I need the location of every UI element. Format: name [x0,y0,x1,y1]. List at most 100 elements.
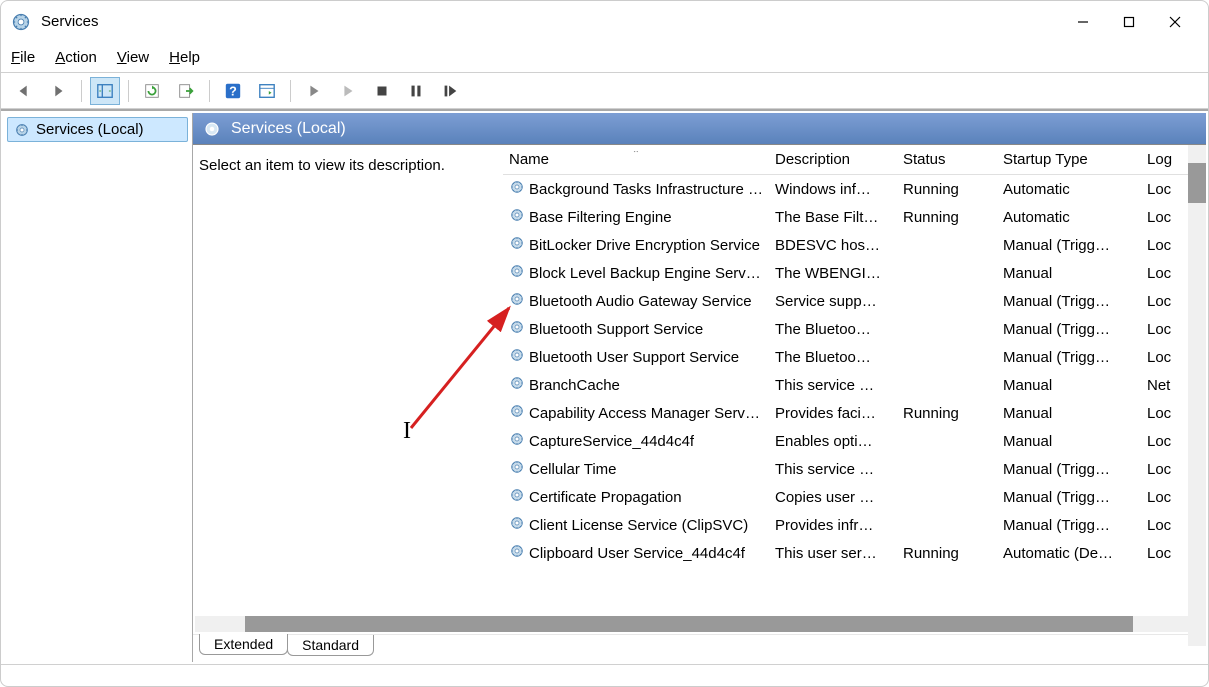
service-startup: Manual [997,377,1141,394]
service-description: The Bluetoo… [769,349,897,366]
menubar: File Action View Help [1,43,1208,73]
service-logon: Loc [1141,181,1191,198]
service-row[interactable]: Bluetooth Audio Gateway Service Service s… [503,287,1206,315]
gear-icon [509,375,529,395]
gear-icon [509,207,529,227]
gear-icon [509,319,529,339]
service-description: This service … [769,461,897,478]
service-logon: Loc [1141,349,1191,366]
service-name: Certificate Propagation [529,489,682,506]
service-status: Running [897,181,997,198]
service-logon: Loc [1141,265,1191,282]
service-row[interactable]: Block Level Backup Engine ServiceThe WBE… [503,259,1206,287]
service-logon: Loc [1141,321,1191,338]
service-row[interactable]: Cellular TimeThis service …Manual (Trigg… [503,455,1206,483]
service-startup: Automatic [997,209,1141,226]
service-row[interactable]: BranchCache This service … ManualNet [503,371,1206,399]
window-title: Services [41,13,1060,30]
service-description: Provides faci… [769,405,897,422]
restart-service-button[interactable] [435,77,465,105]
service-row[interactable]: CaptureService_44d4c4fEnables opti…Manua… [503,427,1206,455]
panel-header: Services (Local) [193,113,1206,145]
service-name: Client License Service (ClipSVC) [529,517,748,534]
service-name: Bluetooth User Support Service [529,349,739,366]
back-button[interactable] [9,77,39,105]
resume-service-button[interactable] [333,77,363,105]
service-logon: Loc [1141,237,1191,254]
stop-service-button[interactable] [367,77,397,105]
menu-help[interactable]: Help [169,49,200,66]
sort-indicator-icon: ⌃ [632,151,640,160]
service-row[interactable]: Bluetooth User Support Service The Blueto… [503,343,1206,371]
service-description: This user ser… [769,545,897,562]
export-list-button[interactable] [171,77,201,105]
tree-panel: Services (Local) [3,113,193,662]
vertical-scrollbar[interactable] [1188,145,1206,646]
maximize-button[interactable] [1106,6,1152,38]
forward-button[interactable] [43,77,73,105]
minimize-button[interactable] [1060,6,1106,38]
help-button[interactable]: ? [218,77,248,105]
service-status: Running [897,209,997,226]
service-row[interactable]: BitLocker Drive Encryption Service BDESVC… [503,231,1206,259]
service-startup: Manual (Trigg… [997,489,1141,506]
service-name: BranchCache [529,377,620,394]
service-logon: Loc [1141,545,1191,562]
column-header-startup[interactable]: Startup Type [997,151,1141,168]
properties-button[interactable] [252,77,282,105]
service-description: This service … [769,377,897,394]
service-row[interactable]: Clipboard User Service_44d4c4fThis user … [503,539,1206,567]
service-row[interactable]: Capability Access Manager ServiceProvide… [503,399,1206,427]
column-header-description[interactable]: Description [769,151,897,168]
service-row[interactable]: Background Tasks Infrastructure ServiceW… [503,175,1206,203]
tree-item-services-local[interactable]: Services (Local) [7,117,188,142]
service-row[interactable]: Base Filtering EngineThe Base Filt…Runni… [503,203,1206,231]
service-row[interactable]: Bluetooth Support ServiceThe Bluetoo…Man… [503,315,1206,343]
menu-view[interactable]: View [117,49,149,66]
show-hide-tree-button[interactable] [90,77,120,105]
gear-icon [509,487,529,507]
menu-action[interactable]: Action [55,49,97,66]
start-service-button[interactable] [299,77,329,105]
tree-item-label: Services (Local) [36,121,144,138]
service-logon: Loc [1141,405,1191,422]
refresh-button[interactable] [137,77,167,105]
description-panel: Select an item to view its description. [193,145,503,616]
gear-icon [509,515,529,535]
service-name: Bluetooth Support Service [529,321,703,338]
gear-icon [509,347,529,367]
service-name: Bluetooth Audio Gateway Service [529,293,752,310]
horizontal-scrollbar[interactable] [195,616,1204,632]
service-name: BitLocker Drive Encryption Service [529,237,760,254]
scrollbar-thumb[interactable] [1188,163,1206,203]
service-list[interactable]: Background Tasks Infrastructure ServiceW… [503,175,1206,616]
service-startup: Manual (Trigg… [997,349,1141,366]
tab-extended[interactable]: Extended [199,634,288,655]
panel-header-title: Services (Local) [231,120,346,138]
service-status: Running [897,545,997,562]
menu-file[interactable]: File [11,49,35,66]
service-description: Service supp… [769,293,897,310]
service-description: Provides infr… [769,517,897,534]
list-panel: Name ⌃ Description Status Startup Type L… [503,145,1206,616]
services-app-icon [11,12,31,32]
column-header-logon[interactable]: Log [1141,151,1191,168]
column-header-status[interactable]: Status [897,151,997,168]
service-logon: Net [1141,377,1191,394]
service-name: Base Filtering Engine [529,209,672,226]
service-row[interactable]: Certificate PropagationCopies user …Manu… [503,483,1206,511]
scrollbar-thumb[interactable] [245,616,1133,632]
service-name: Cellular Time [529,461,617,478]
service-logon: Loc [1141,517,1191,534]
service-row[interactable]: Client License Service (ClipSVC) Provides… [503,511,1206,539]
pause-service-button[interactable] [401,77,431,105]
service-startup: Manual (Trigg… [997,321,1141,338]
service-name: CaptureService_44d4c4f [529,433,694,450]
tab-standard[interactable]: Standard [287,635,374,656]
service-description: BDESVC hos… [769,237,897,254]
service-name: Background Tasks Infrastructure Service [529,181,763,198]
right-panel: Services (Local) Select an item to view … [193,113,1206,662]
column-header-name[interactable]: Name ⌃ [503,151,769,168]
close-button[interactable] [1152,6,1198,38]
gear-icon [509,543,529,563]
